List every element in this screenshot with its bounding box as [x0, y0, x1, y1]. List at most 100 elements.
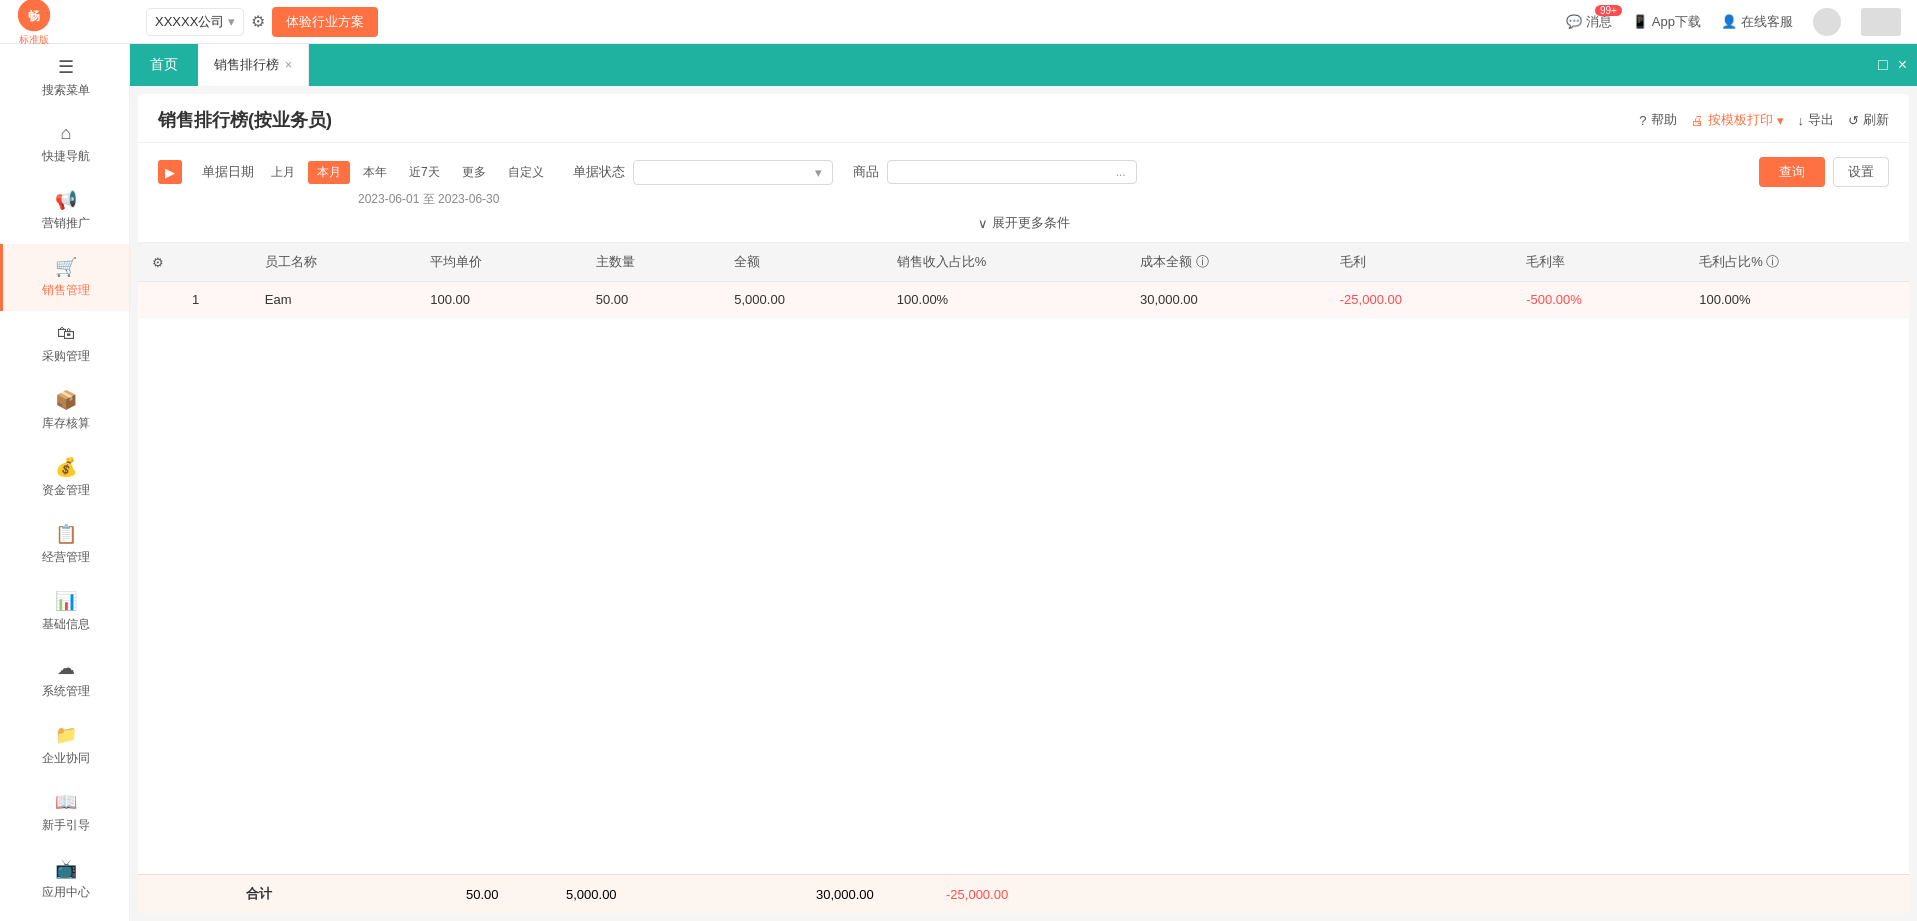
svg-text:畅: 畅: [28, 9, 40, 22]
col-rank: [178, 243, 251, 282]
message-icon: 💬: [1566, 14, 1582, 29]
company-selector[interactable]: XXXXX公司 ▾: [146, 8, 244, 36]
main-layout: ☰ 搜索菜单 ⌂ 快捷导航 📢 营销推广 🛒 销售管理 🛍 采购管理 📦 库存核…: [0, 44, 1917, 921]
purchase-icon: 🛍: [57, 323, 75, 344]
app-download-btn[interactable]: 📱 App下载: [1632, 13, 1701, 31]
sidebar-item-system[interactable]: ☁ 系统管理: [0, 645, 129, 712]
date-filter-label: 单据日期: [202, 163, 254, 181]
col-gross-profit: 毛利: [1326, 243, 1512, 282]
system-icon: ☁: [57, 657, 75, 679]
online-service-btn[interactable]: 👤 在线客服: [1721, 13, 1793, 31]
cell-cost-amount: 30,000.00: [1126, 282, 1326, 318]
sidebar-label-enterprise: 企业协同: [42, 750, 90, 767]
date-pill-this-month[interactable]: 本月: [308, 161, 350, 184]
print-btn[interactable]: 🖨 按模板打印 ▾: [1691, 111, 1784, 129]
export-btn[interactable]: ↓ 导出: [1798, 111, 1835, 129]
tab-sales-ranking-label: 销售排行榜: [214, 56, 279, 74]
sidebar-item-marketing[interactable]: 📢 营销推广: [0, 177, 129, 244]
tab-sales-ranking[interactable]: 销售排行榜 ×: [198, 44, 309, 86]
inventory-icon: 📦: [55, 389, 77, 411]
app-logo-icon: 畅: [16, 0, 52, 33]
status-select[interactable]: ▾: [633, 160, 833, 185]
sidebar-item-app-center[interactable]: 📺 应用中心: [0, 846, 129, 913]
goods-select[interactable]: ...: [887, 160, 1137, 184]
sidebar-label-purchase: 采购管理: [42, 348, 90, 365]
help-btn[interactable]: ? 帮助: [1639, 111, 1676, 129]
company-selector-arrow: ▾: [228, 14, 235, 29]
sidebar-label-basics: 基础信息: [42, 616, 90, 633]
footer-amount: 5,000.00: [552, 887, 672, 902]
settings-icon[interactable]: ⚙: [244, 8, 272, 36]
col-gross-pct: 毛利占比% ⓘ: [1685, 243, 1909, 282]
tab-maximize-icon[interactable]: □: [1878, 56, 1888, 74]
filter-date: 单据日期 上月 本月 本年 近7天 更多 自定义: [202, 161, 553, 184]
trial-button[interactable]: 体验行业方案: [272, 7, 378, 37]
guide-icon: 📖: [55, 791, 77, 813]
enterprise-icon: 📁: [55, 724, 77, 746]
expand-down-icon: ∨: [978, 216, 988, 231]
cell-gross-rate: -500.00%: [1512, 282, 1685, 318]
expand-more-btn[interactable]: ∨ 展开更多条件: [158, 214, 1889, 232]
date-pill-this-year[interactable]: 本年: [354, 161, 396, 184]
sidebar-item-quick-nav[interactable]: ⌂ 快捷导航: [0, 111, 129, 177]
top-bar-right: 💬 消息 99+ 📱 App下载 👤 在线客服: [1566, 8, 1901, 36]
sales-icon: 🛒: [55, 256, 77, 278]
tab-bar: 首页 销售排行榜 × □ ×: [130, 44, 1917, 86]
message-btn[interactable]: 💬 消息 99+: [1566, 13, 1612, 31]
avatar[interactable]: [1813, 8, 1841, 36]
sidebar-item-guide[interactable]: 📖 新手引导: [0, 779, 129, 846]
goods-more-btn[interactable]: ...: [1116, 165, 1126, 179]
sidebar-item-sales[interactable]: 🛒 销售管理: [0, 244, 129, 311]
settings-button[interactable]: 设置: [1833, 157, 1889, 187]
sidebar-item-inventory[interactable]: 📦 库存核算: [0, 377, 129, 444]
page-header-actions: ? 帮助 🖨 按模板打印 ▾ ↓ 导出 ↺ 刷新: [1639, 111, 1889, 129]
operations-icon: 📋: [55, 523, 77, 545]
export-icon: ↓: [1798, 113, 1805, 128]
company-name: XXXXX公司: [155, 13, 224, 31]
sidebar-label-inventory: 库存核算: [42, 415, 90, 432]
footer-quantity: 50.00: [452, 887, 552, 902]
sidebar-item-basics[interactable]: 📊 基础信息: [0, 578, 129, 645]
tab-home[interactable]: 首页: [130, 44, 198, 86]
cell-avg-price: 100.00: [416, 282, 581, 318]
tab-close-icon[interactable]: ×: [285, 58, 292, 72]
search-button[interactable]: 查询: [1759, 157, 1825, 187]
filter-expand-arrow[interactable]: ▶: [158, 160, 182, 184]
user-name-area[interactable]: [1861, 8, 1901, 36]
page-header: 销售排行榜(按业务员) ? 帮助 🖨 按模板打印 ▾ ↓ 导出: [138, 94, 1909, 143]
page-title: 销售排行榜(按业务员): [158, 108, 332, 132]
cell-gross-profit: -25,000.00: [1326, 282, 1512, 318]
sidebar-item-wechat[interactable]: 💬 企业微信: [0, 913, 129, 921]
cell-quantity: 50.00: [582, 282, 721, 318]
quick-nav-icon: ⌂: [61, 123, 72, 144]
status-select-arrow: ▾: [815, 165, 822, 180]
footer-cost-amount: 30,000.00: [802, 887, 932, 902]
logo-area: 畅 标准版: [16, 0, 146, 47]
date-pill-custom[interactable]: 自定义: [499, 161, 553, 184]
sidebar-label-finance: 资金管理: [42, 482, 90, 499]
date-pill-last-month[interactable]: 上月: [262, 161, 304, 184]
filter-goods: 商品 ...: [853, 160, 1137, 184]
filter-row-main: ▶ 单据日期 上月 本月 本年 近7天 更多 自定义: [158, 157, 1889, 187]
col-settings[interactable]: ⚙: [138, 243, 178, 282]
date-pill-7days[interactable]: 近7天: [400, 161, 449, 184]
date-pill-more[interactable]: 更多: [453, 161, 495, 184]
sidebar-item-finance[interactable]: 💰 资金管理: [0, 444, 129, 511]
help-label: 帮助: [1651, 111, 1677, 129]
page-content: 销售排行榜(按业务员) ? 帮助 🖨 按模板打印 ▾ ↓ 导出: [138, 94, 1909, 913]
message-badge: 99+: [1595, 5, 1622, 16]
table-row: 1 Eam 100.00 50.00 5,000.00 100.00% 30,0…: [138, 282, 1909, 318]
app-download-icon: 📱: [1632, 14, 1648, 29]
table-header-row: ⚙ 员工名称 平均单价 主数量 全额 销售收入占比% 成本全额 ⓘ 毛利 毛利率…: [138, 243, 1909, 282]
sidebar-label-search: 搜索菜单: [42, 82, 90, 99]
sidebar-item-enterprise[interactable]: 📁 企业协同: [0, 712, 129, 779]
sidebar-item-search-orders[interactable]: ☰ 搜索菜单: [0, 44, 129, 111]
sidebar-item-operations[interactable]: 📋 经营管理: [0, 511, 129, 578]
online-service-icon: 👤: [1721, 14, 1737, 29]
sidebar-item-purchase[interactable]: 🛍 采购管理: [0, 311, 129, 377]
date-range-text: 2023-06-01 至 2023-06-30: [358, 192, 499, 206]
tab-close-window-icon[interactable]: ×: [1898, 56, 1907, 74]
col-cost-amount: 成本全额 ⓘ: [1126, 243, 1326, 282]
refresh-btn[interactable]: ↺ 刷新: [1848, 111, 1889, 129]
print-dropdown-icon: ▾: [1777, 113, 1784, 128]
